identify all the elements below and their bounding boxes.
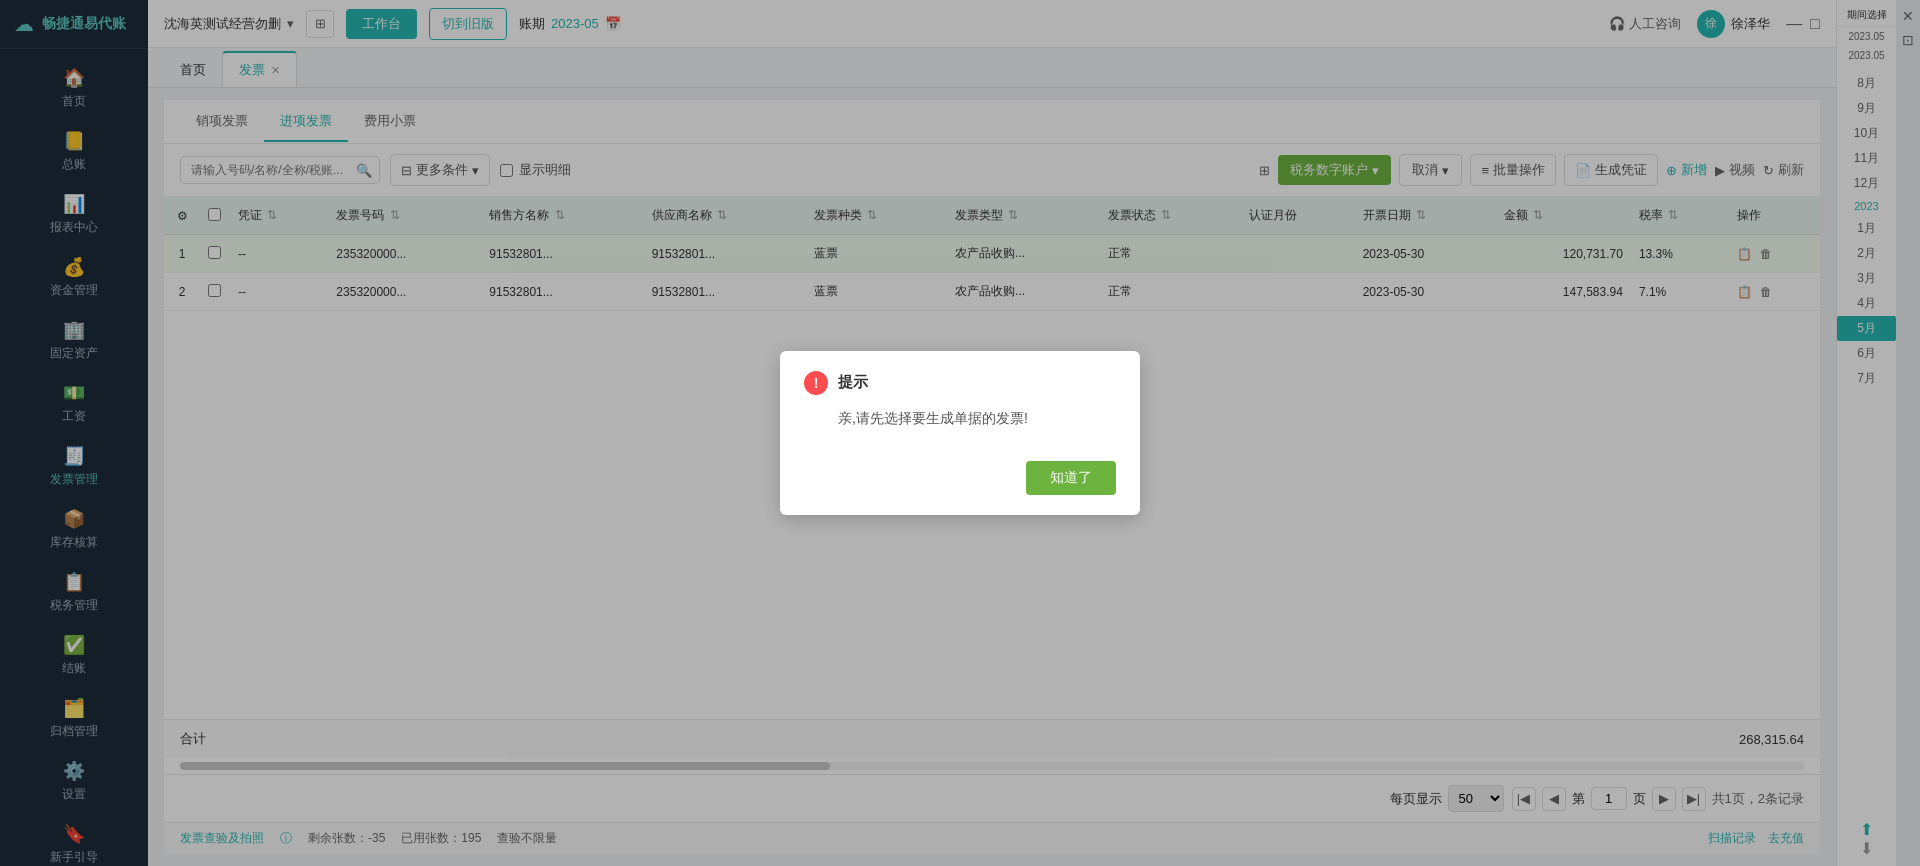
modal-dialog: ! 提示 亲,请先选择要生成单据的发票! 知道了 bbox=[780, 351, 1140, 515]
modal-overlay: ! 提示 亲,请先选择要生成单据的发票! 知道了 bbox=[0, 0, 1920, 866]
modal-footer: 知道了 bbox=[780, 449, 1140, 515]
modal-body: 亲,请先选择要生成单据的发票! bbox=[780, 407, 1140, 449]
modal-message: 亲,请先选择要生成单据的发票! bbox=[838, 410, 1028, 426]
modal-title: 提示 bbox=[838, 373, 868, 392]
modal-warning-icon: ! bbox=[804, 371, 828, 395]
modal-header: ! 提示 bbox=[780, 351, 1140, 407]
modal-confirm-button[interactable]: 知道了 bbox=[1026, 461, 1116, 495]
